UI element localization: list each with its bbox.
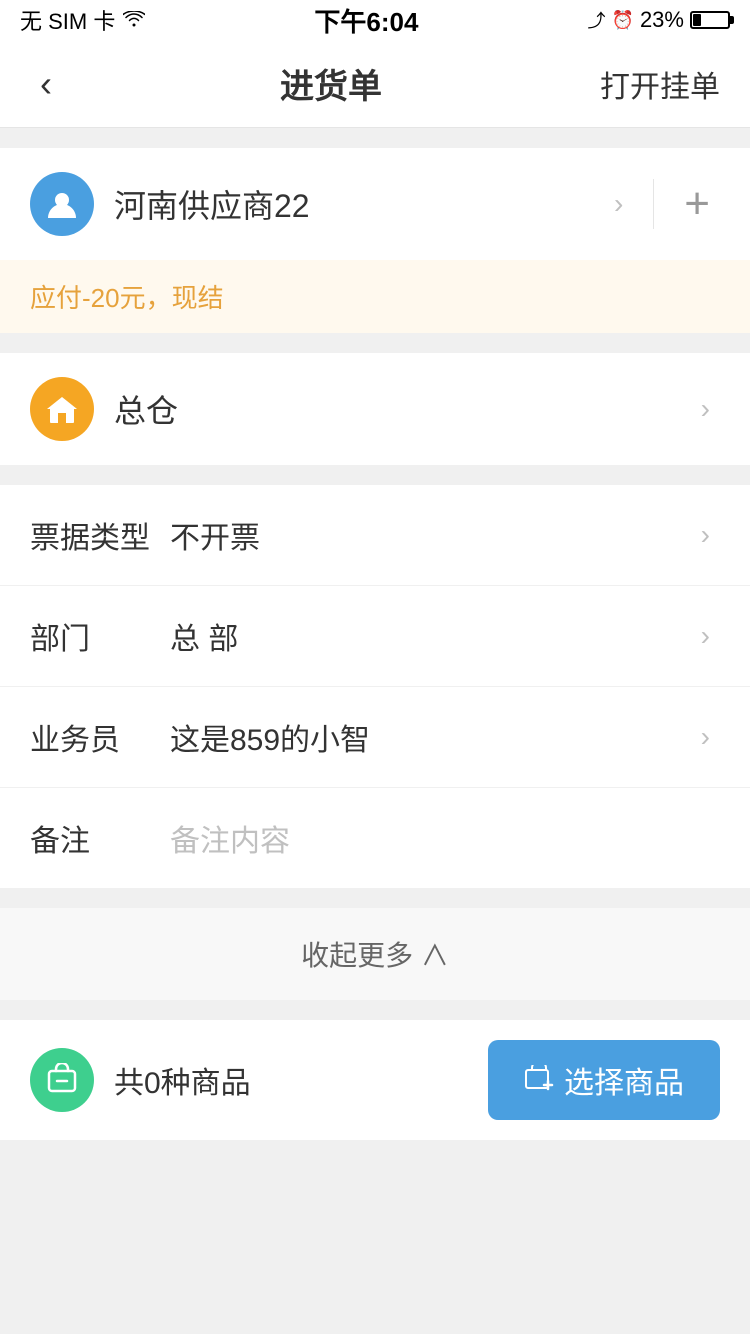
supplier-name: 河南供应商22 bbox=[114, 181, 614, 227]
warehouse-row[interactable]: 总仓 › bbox=[0, 353, 750, 465]
department-row[interactable]: 部门 总 部 › bbox=[0, 586, 750, 687]
salesperson-chevron-icon: › bbox=[701, 721, 710, 753]
supplier-add-button[interactable]: + bbox=[674, 179, 720, 229]
remark-label: 备注 bbox=[30, 816, 170, 860]
product-count-area: 共0种商品 bbox=[30, 1048, 251, 1112]
supplier-chevron-icon: › bbox=[614, 188, 623, 220]
collapse-label: 收起更多 ∧ bbox=[301, 940, 449, 971]
warehouse-icon bbox=[30, 377, 94, 441]
remark-row[interactable]: 备注 备注内容 bbox=[0, 788, 750, 888]
nav-title: 进货单 bbox=[280, 59, 382, 108]
ticket-type-chevron-icon: › bbox=[701, 519, 710, 551]
supplier-section: 河南供应商22 › + 应付-20元，现结 bbox=[0, 148, 750, 333]
warehouse-section[interactable]: 总仓 › bbox=[0, 353, 750, 465]
collapse-bar[interactable]: 收起更多 ∧ bbox=[0, 908, 750, 1000]
open-pending-button[interactable]: 打开挂单 bbox=[600, 62, 720, 106]
select-product-label: 选择商品 bbox=[564, 1058, 684, 1102]
supplier-divider bbox=[653, 179, 654, 229]
location-icon: ⤴ bbox=[588, 7, 606, 33]
warehouse-name: 总仓 bbox=[114, 386, 701, 432]
product-count-icon bbox=[30, 1048, 94, 1112]
bottom-bar: 共0种商品 选择商品 bbox=[0, 1020, 750, 1140]
wifi-icon bbox=[123, 7, 145, 33]
back-button[interactable]: ‹ bbox=[30, 53, 62, 115]
ticket-type-value: 不开票 bbox=[170, 513, 701, 557]
select-product-button[interactable]: 选择商品 bbox=[488, 1040, 720, 1120]
battery-icon bbox=[690, 11, 730, 29]
carrier-text: 无 SIM 卡 bbox=[20, 4, 115, 36]
supplier-avatar bbox=[30, 172, 94, 236]
notice-text: 应付-20元，现结 bbox=[30, 283, 224, 313]
notice-bar: 应付-20元，现结 bbox=[0, 260, 750, 333]
status-time: 下午6:04 bbox=[314, 2, 418, 39]
salesperson-value: 这是859的小智 bbox=[170, 715, 701, 759]
form-section: 票据类型 不开票 › 部门 总 部 › 业务员 这是859的小智 › 备注 备注… bbox=[0, 485, 750, 888]
salesperson-row[interactable]: 业务员 这是859的小智 › bbox=[0, 687, 750, 788]
remark-input[interactable]: 备注内容 bbox=[170, 816, 720, 860]
nav-bar: ‹ 进货单 打开挂单 bbox=[0, 40, 750, 128]
status-right: ⤴ ⏰ 23% bbox=[588, 7, 730, 33]
page-content: 河南供应商22 › + 应付-20元，现结 总仓 › 票据类型 bbox=[0, 148, 750, 1140]
department-chevron-icon: › bbox=[701, 620, 710, 652]
warehouse-chevron-icon: › bbox=[701, 393, 710, 425]
status-left: 无 SIM 卡 bbox=[20, 4, 145, 36]
supplier-row[interactable]: 河南供应商22 › + bbox=[0, 148, 750, 260]
salesperson-label: 业务员 bbox=[30, 715, 170, 759]
status-bar: 无 SIM 卡 下午6:04 ⤴ ⏰ 23% bbox=[0, 0, 750, 40]
department-value: 总 部 bbox=[170, 614, 701, 658]
ticket-type-label: 票据类型 bbox=[30, 513, 170, 557]
battery-percentage: 23% bbox=[640, 7, 684, 33]
alarm-icon: ⏰ bbox=[612, 10, 634, 31]
product-count-text: 共0种商品 bbox=[114, 1058, 251, 1102]
department-label: 部门 bbox=[30, 614, 170, 658]
ticket-type-row[interactable]: 票据类型 不开票 › bbox=[0, 485, 750, 586]
